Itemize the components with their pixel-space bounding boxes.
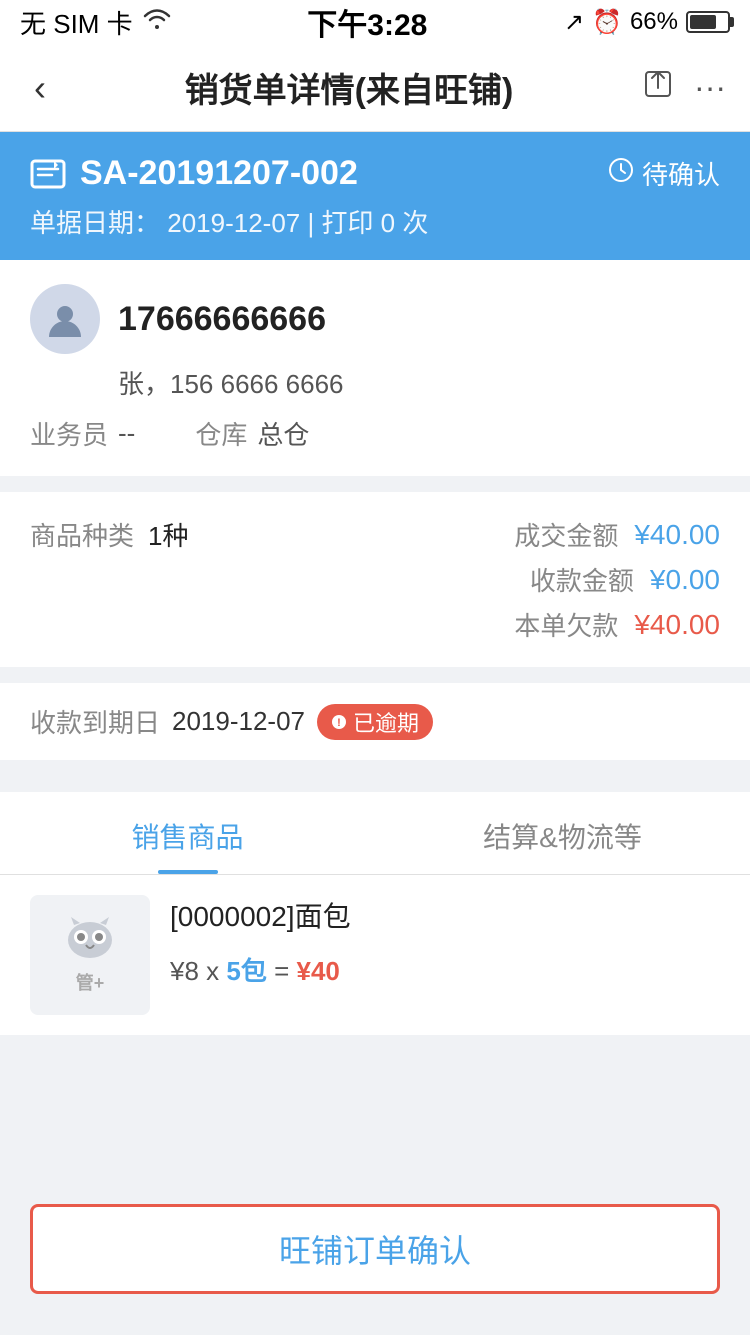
quantity-value: 5包 (226, 956, 266, 986)
tabs-section: 销售商品 结算&物流等 (0, 792, 750, 875)
tab-settlement-label: 结算&物流等 (483, 816, 642, 856)
customer-meta: 业务员 -- 仓库 总仓 (30, 415, 720, 452)
equals-text: = (274, 956, 289, 986)
customer-phone: 17666666666 (118, 300, 326, 339)
product-type-value: 1种 (148, 516, 188, 553)
divider-1 (0, 476, 750, 492)
product-type-label: 商品种类 (30, 516, 134, 553)
svg-text:!: ! (337, 717, 341, 729)
overdue-badge: ! 已逾期 (317, 704, 433, 740)
multiply-x: x (206, 956, 219, 986)
customer-top: 17666666666 (30, 284, 720, 354)
overdue-date: 2019-12-07 (172, 706, 305, 737)
deal-amount-row: 成交金额 ¥40.00 (514, 516, 720, 553)
battery-icon (686, 8, 730, 36)
nav-actions: ··· (642, 68, 726, 108)
product-image: 管+ (30, 895, 150, 1015)
nav-bar: ‹ 销货单详情(来自旺铺) ··· (0, 44, 750, 132)
overdue-text: 已逾期 (353, 706, 419, 738)
confirm-order-button[interactable]: 旺铺订单确认 (30, 1204, 720, 1294)
overdue-dot-icon: ! (331, 714, 347, 730)
app-plus-label: 管+ (76, 969, 105, 995)
product-section: 管+ [0000002]面包 ¥8 x 5包 = ¥40 (0, 875, 750, 1035)
product-type-field: 商品种类 1种 (30, 516, 188, 553)
deal-amount-value: ¥40.00 (634, 519, 720, 551)
owed-value: ¥40.00 (634, 609, 720, 641)
unit-price: ¥8 (170, 956, 199, 986)
status-bar: 无 SIM 卡 下午3:28 ↗ ⏰ 66% (0, 0, 750, 44)
back-button[interactable]: ‹ (24, 57, 56, 119)
more-icon[interactable]: ··· (694, 69, 726, 106)
tab-underline-active (158, 870, 218, 874)
alarm-icon: ⏰ (592, 8, 622, 37)
amounts: 成交金额 ¥40.00 收款金额 ¥0.00 本单欠款 ¥40.00 (514, 516, 720, 643)
divider-2 (0, 667, 750, 683)
order-number: SA-20191207-002 (30, 154, 358, 193)
deal-amount-label: 成交金额 (514, 516, 618, 553)
avatar (30, 284, 100, 354)
status-text: 待确认 (642, 155, 720, 192)
owed-label: 本单欠款 (514, 606, 618, 643)
product-info: [0000002]面包 ¥8 x 5包 = ¥40 (170, 895, 720, 988)
received-value: ¥0.00 (650, 564, 720, 596)
warehouse-value: 总仓 (257, 415, 309, 452)
owed-amount-row: 本单欠款 ¥40.00 (514, 606, 720, 643)
customer-section: 17666666666 张，156 6666 6666 业务员 -- 仓库 总仓 (0, 260, 750, 476)
status-right: ↗ ⏰ 66% (564, 8, 730, 37)
product-name: [0000002]面包 (170, 895, 720, 935)
salesman-field: 业务员 -- (30, 415, 135, 452)
customer-name: 张，156 6666 6666 (118, 364, 720, 401)
carrier-text: 无 SIM 卡 (20, 4, 133, 41)
tab-sales-products-label: 销售商品 (131, 816, 243, 856)
confirm-button-label: 旺铺订单确认 (279, 1226, 471, 1272)
wifi-icon (143, 7, 171, 38)
location-icon: ↗ (564, 8, 584, 37)
status-left: 无 SIM 卡 (20, 4, 171, 41)
overdue-section: 收款到期日 2019-12-07 ! 已逾期 (0, 683, 750, 760)
order-banner: SA-20191207-002 待确认 单据日期： 2019-12-07 | 打… (0, 132, 750, 260)
summary-section: 商品种类 1种 成交金额 ¥40.00 收款金额 ¥0.00 本单欠款 ¥40.… (0, 492, 750, 667)
total-value: ¥40 (297, 956, 340, 986)
divider-3 (0, 760, 750, 776)
page-title: 销货单详情(来自旺铺) (185, 63, 514, 112)
clock-icon (608, 157, 634, 190)
tab-settlement-logistics[interactable]: 结算&物流等 (375, 792, 750, 874)
salesman-value: -- (118, 418, 135, 449)
tab-underline-inactive (533, 870, 593, 874)
received-label: 收款金额 (530, 561, 634, 598)
tab-sales-products[interactable]: 销售商品 (0, 792, 375, 874)
order-status: 待确认 (608, 155, 720, 192)
status-time: 下午3:28 (307, 0, 427, 44)
battery-percent: 66% (630, 8, 678, 36)
share-icon[interactable] (642, 68, 674, 108)
warehouse-label: 仓库 (195, 415, 247, 452)
warehouse-field: 仓库 总仓 (195, 415, 309, 452)
received-amount-row: 收款金额 ¥0.00 (530, 561, 720, 598)
order-doc-icon (30, 159, 66, 189)
order-date: 单据日期： 2019-12-07 | 打印 0 次 (30, 203, 720, 240)
confirm-button-container: 旺铺订单确认 (30, 1204, 720, 1294)
product-price: ¥8 x 5包 = ¥40 (170, 951, 720, 988)
summary-row: 商品种类 1种 成交金额 ¥40.00 收款金额 ¥0.00 本单欠款 ¥40.… (30, 516, 720, 643)
salesman-label: 业务员 (30, 415, 108, 452)
overdue-label: 收款到期日 (30, 703, 160, 740)
